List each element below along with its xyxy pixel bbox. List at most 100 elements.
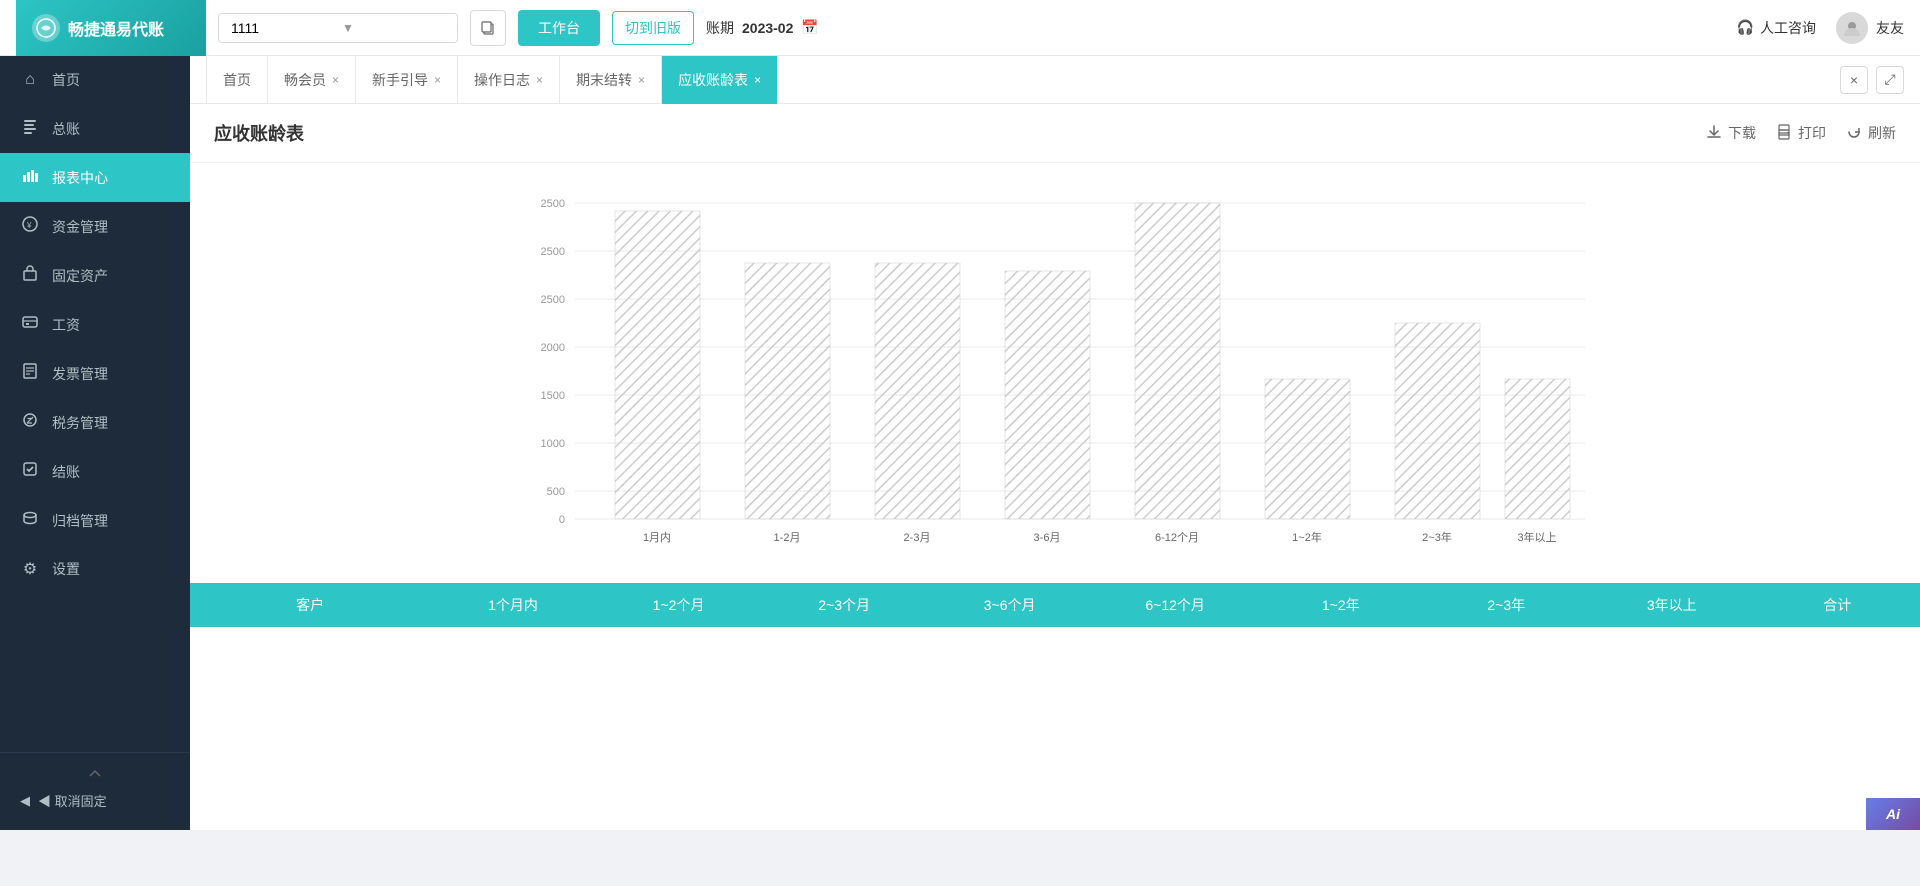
sidebar-item-tax[interactable]: 税务管理: [0, 398, 190, 447]
svg-text:2500: 2500: [541, 294, 565, 306]
download-label: 下载: [1728, 123, 1756, 143]
tab-guide-close[interactable]: ×: [434, 74, 441, 86]
ai-badge[interactable]: Ai: [1866, 798, 1920, 830]
tab-aging-close[interactable]: ×: [754, 74, 761, 86]
sidebar-label-checkout: 结账: [52, 462, 80, 482]
tax-icon: [20, 412, 40, 433]
col-2-3month: 2~3个月: [761, 595, 927, 615]
cancel-pin-button[interactable]: ◀ ◀ 取消固定: [20, 783, 170, 818]
sidebar-item-home[interactable]: ⌂ 首页: [0, 56, 190, 104]
sidebar-item-settings[interactable]: ⚙ 设置: [0, 545, 190, 593]
sidebar-item-ledger[interactable]: 总账: [0, 104, 190, 153]
tab-member-close[interactable]: ×: [332, 74, 339, 86]
expand-tab-button[interactable]: ⤢: [1876, 66, 1904, 94]
svg-text:1500: 1500: [541, 390, 565, 402]
tab-member-label: 畅会员: [284, 70, 326, 90]
svg-text:0: 0: [559, 514, 565, 526]
period-area: 账期 2023-02 📅: [706, 18, 819, 38]
salary-icon: [20, 314, 40, 335]
sidebar-item-assets[interactable]: 固定资产: [0, 251, 190, 300]
svg-text:2~3年: 2~3年: [1422, 530, 1452, 544]
print-button[interactable]: 打印: [1776, 123, 1826, 143]
chevron-down-icon: ▼: [342, 21, 445, 35]
col-1month: 1个月内: [430, 595, 596, 615]
cancel-pin-label: ◀ 取消固定: [38, 791, 107, 810]
tab-guide[interactable]: 新手引导 ×: [356, 56, 458, 104]
close-tab-button[interactable]: ×: [1840, 66, 1868, 94]
tabs-bar: 首页 畅会员 × 新手引导 × 操作日志 × 期末结转 × 应收账龄表 × × …: [190, 56, 1920, 104]
sidebar-item-invoice[interactable]: 发票管理: [0, 349, 190, 398]
user-name: 友友: [1876, 18, 1904, 38]
table-header: 客户 1个月内 1~2个月 2~3个月 3~6个月 6~12个月 1~2年 2~…: [190, 583, 1920, 627]
col-3-6month: 3~6个月: [927, 595, 1093, 615]
sidebar-label-report: 报表中心: [52, 168, 108, 188]
refresh-icon: [1846, 124, 1862, 143]
col-3year-plus: 3年以上: [1589, 595, 1755, 615]
download-button[interactable]: 下载: [1706, 123, 1756, 143]
tab-member[interactable]: 畅会员 ×: [268, 56, 356, 104]
home-icon: ⌂: [20, 71, 40, 89]
ai-badge-label: Ai: [1886, 806, 1900, 822]
switch-version-button[interactable]: 切到旧版: [612, 11, 694, 45]
svg-text:2-3月: 2-3月: [904, 532, 931, 544]
tab-log-label: 操作日志: [474, 70, 530, 90]
avatar: [1836, 12, 1868, 44]
svg-text:6-12个月: 6-12个月: [1155, 531, 1199, 544]
tab-aging[interactable]: 应收账龄表 ×: [662, 56, 778, 104]
sidebar-bottom: ◀ ◀ 取消固定: [0, 752, 190, 830]
assets-icon: [20, 265, 40, 286]
sidebar-item-checkout[interactable]: 结账: [0, 447, 190, 496]
refresh-button[interactable]: 刷新: [1846, 123, 1896, 143]
tab-aging-label: 应收账龄表: [678, 70, 748, 90]
logo-icon: [32, 14, 60, 42]
sidebar-item-salary[interactable]: 工资: [0, 300, 190, 349]
invoice-icon: [20, 363, 40, 384]
tab-period-end[interactable]: 期末结转 ×: [560, 56, 662, 104]
workbench-button[interactable]: 工作台: [518, 10, 600, 46]
print-label: 打印: [1798, 123, 1826, 143]
chart-area: 2500 2500 2500 2000 1500 1000 500 0 1月内: [190, 163, 1920, 583]
headphone-icon: 🎧: [1737, 19, 1754, 36]
tabs-actions: × ⤢: [1840, 66, 1904, 94]
company-name: 1111: [231, 20, 334, 36]
sidebar-item-report[interactable]: 报表中心: [0, 153, 190, 202]
calendar-icon[interactable]: 📅: [801, 19, 818, 36]
col-customer: 客户: [190, 595, 430, 615]
user-area[interactable]: 友友: [1836, 12, 1904, 44]
sidebar: ⌂ 首页 总账 报表: [0, 56, 190, 830]
tab-home[interactable]: 首页: [206, 56, 268, 104]
period-label: 账期: [706, 18, 734, 38]
svg-text:1-2月: 1-2月: [774, 532, 801, 544]
tab-period-end-close[interactable]: ×: [638, 74, 645, 86]
top-header: 畅捷通易代账 1111 ▼ 工作台 切到旧版 账期 2023-02 📅 🎧 人工…: [0, 0, 1920, 56]
print-icon: [1776, 124, 1792, 143]
col-2-3year: 2~3年: [1423, 595, 1589, 615]
sidebar-label-settings: 设置: [52, 559, 80, 579]
tab-guide-label: 新手引导: [372, 70, 428, 90]
company-selector[interactable]: 1111 ▼: [218, 13, 458, 43]
sidebar-label-fund: 资金管理: [52, 217, 108, 237]
logo-area: 畅捷通易代账: [16, 0, 206, 56]
col-6-12month: 6~12个月: [1092, 595, 1258, 615]
tab-log-close[interactable]: ×: [536, 74, 543, 86]
sidebar-label-tax: 税务管理: [52, 413, 108, 433]
scroll-up-indicator[interactable]: [20, 765, 170, 783]
report-actions: 下载 打印: [1706, 123, 1896, 143]
sidebar-item-fund[interactable]: ¥ 资金管理: [0, 202, 190, 251]
download-icon: [1706, 124, 1722, 143]
svg-text:1月内: 1月内: [643, 530, 671, 544]
sidebar-label-salary: 工资: [52, 315, 80, 335]
sidebar-item-archive[interactable]: 归档管理: [0, 496, 190, 545]
consult-button[interactable]: 🎧 人工咨询: [1737, 18, 1816, 38]
col-1-2year: 1~2年: [1258, 595, 1424, 615]
copy-button[interactable]: [470, 10, 506, 46]
logo-text: 畅捷通易代账: [68, 16, 164, 40]
col-total: 合计: [1755, 595, 1920, 615]
tab-log[interactable]: 操作日志 ×: [458, 56, 560, 104]
svg-text:3年以上: 3年以上: [1517, 530, 1556, 544]
svg-text:¥: ¥: [26, 221, 32, 230]
svg-text:2500: 2500: [541, 198, 565, 210]
fund-icon: ¥: [20, 216, 40, 237]
bar-chart: 2500 2500 2500 2000 1500 1000 500 0 1月内: [214, 183, 1896, 563]
svg-text:2000: 2000: [541, 342, 565, 354]
